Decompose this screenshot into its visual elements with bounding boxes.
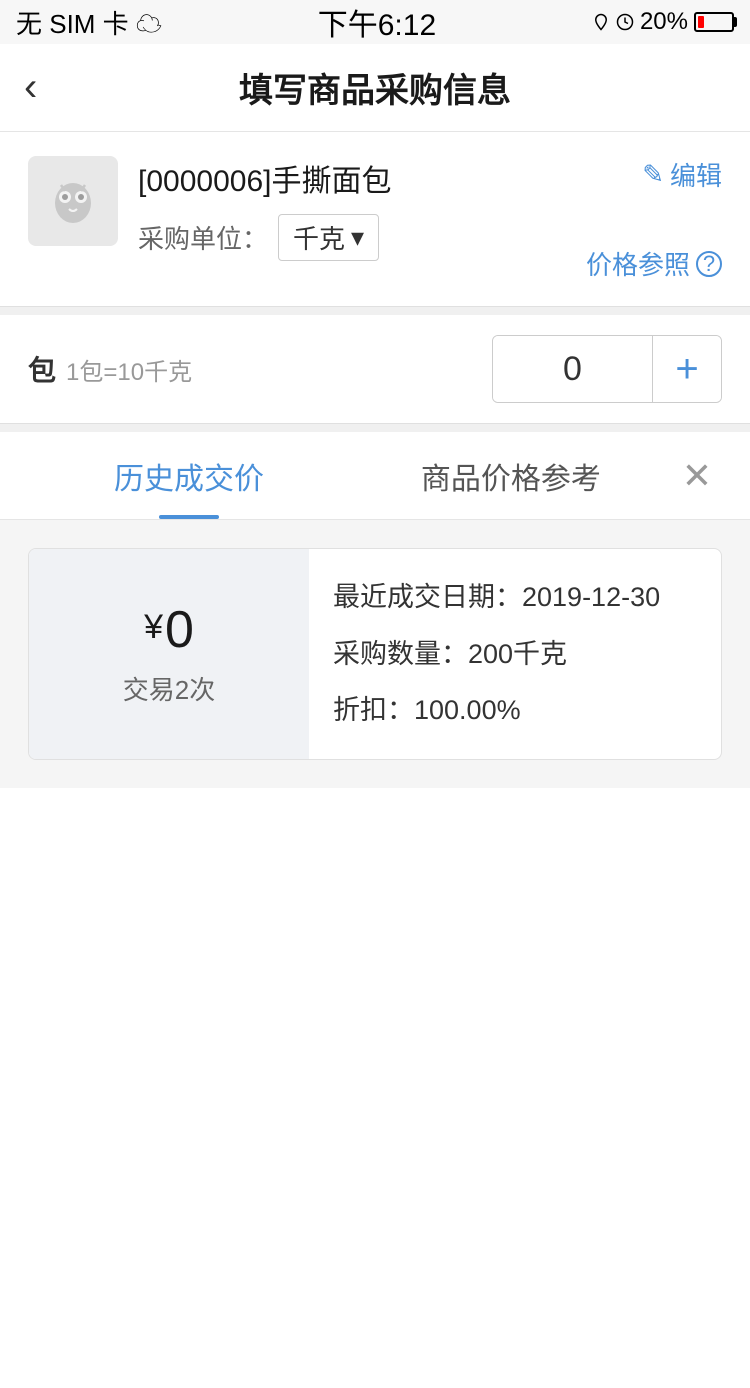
history-trades: 交易2次	[123, 670, 215, 707]
history-details-panel: 最近成交日期：2019-12-30 采购数量：200千克 折扣：100.00%	[309, 549, 721, 759]
history-detail-date: 最近成交日期：2019-12-30	[333, 577, 697, 618]
tab-product-price-ref[interactable]: 商品价格参考	[350, 432, 672, 519]
status-time: 下午6:12	[318, 0, 436, 44]
unit-value: 千克	[293, 219, 345, 256]
price-symbol: ¥	[144, 608, 163, 647]
tab-close-button[interactable]: ✕	[672, 455, 722, 497]
battery-percent: 20%	[640, 8, 688, 36]
quantity-conversion: 1包=10千克	[66, 352, 192, 387]
detail-qty-value: 200千克	[468, 639, 567, 669]
history-detail-qty: 采购数量：200千克	[333, 634, 697, 675]
dropdown-icon: ▾	[351, 222, 364, 253]
price-ref-label: 价格参照	[586, 245, 690, 282]
tab-header: 历史成交价 商品价格参考 ✕	[0, 432, 750, 520]
quantity-unit: 包	[28, 349, 56, 389]
product-name: [0000006]手撕面包	[138, 156, 391, 200]
history-price-panel: ¥ 0 交易2次	[29, 549, 309, 759]
product-logo-icon	[43, 171, 103, 231]
battery-icon	[694, 12, 734, 32]
history-price-display: ¥ 0	[144, 600, 194, 660]
detail-qty-label: 采购数量：	[333, 639, 468, 669]
tab1-label: 历史成交价	[114, 454, 264, 498]
detail-discount-label: 折扣：	[333, 695, 414, 725]
price-ref-icon: ?	[696, 251, 722, 277]
location-icon	[592, 13, 610, 31]
tab-history-price[interactable]: 历史成交价	[28, 432, 350, 519]
quantity-controls: +	[492, 335, 722, 403]
nav-bar: ‹ 填写商品采购信息	[0, 44, 750, 132]
product-image	[28, 156, 118, 246]
status-right: 20%	[592, 8, 734, 36]
quantity-plus-button[interactable]: +	[653, 335, 721, 403]
status-bar: 无 SIM 卡 ☁ 下午6:12 20%	[0, 0, 750, 44]
unit-label: 采购单位：	[138, 219, 268, 256]
product-section: [0000006]手撕面包 采购单位： 千克 ▾ ✎ 编辑 价格参照 ?	[0, 132, 750, 307]
edit-icon: ✎	[642, 159, 664, 190]
tab-content: ¥ 0 交易2次 最近成交日期：2019-12-30 采购数量：200千克 折扣…	[0, 520, 750, 788]
quantity-input[interactable]	[493, 335, 653, 403]
main-content-area	[0, 788, 750, 1388]
edit-label: 编辑	[670, 156, 722, 193]
tab-section: 历史成交价 商品价格参考 ✕ ¥ 0 交易2次 最近成交日期：2019-12-3…	[0, 432, 750, 788]
product-unit-row: 采购单位： 千克 ▾	[138, 214, 391, 261]
history-detail-discount: 折扣：100.00%	[333, 690, 697, 731]
detail-discount-value: 100.00%	[414, 695, 521, 725]
back-button[interactable]: ‹	[24, 65, 84, 110]
price-ref-button[interactable]: 价格参照 ?	[586, 245, 722, 282]
tab-indicator	[159, 515, 219, 519]
clock-icon	[616, 13, 634, 31]
history-card: ¥ 0 交易2次 最近成交日期：2019-12-30 采购数量：200千克 折扣…	[28, 548, 722, 760]
price-value: 0	[165, 600, 194, 660]
detail-date-label: 最近成交日期：	[333, 582, 522, 612]
edit-button[interactable]: ✎ 编辑	[642, 156, 722, 193]
quantity-label: 包 1包=10千克	[28, 349, 192, 389]
signal-text: 无 SIM 卡 ☁	[16, 4, 162, 41]
tab2-label: 商品价格参考	[421, 454, 601, 498]
page-title: 填写商品采购信息	[239, 63, 511, 112]
detail-date-value: 2019-12-30	[522, 582, 660, 612]
unit-select[interactable]: 千克 ▾	[278, 214, 379, 261]
status-left: 无 SIM 卡 ☁	[16, 4, 162, 41]
quantity-section: 包 1包=10千克 +	[0, 315, 750, 424]
